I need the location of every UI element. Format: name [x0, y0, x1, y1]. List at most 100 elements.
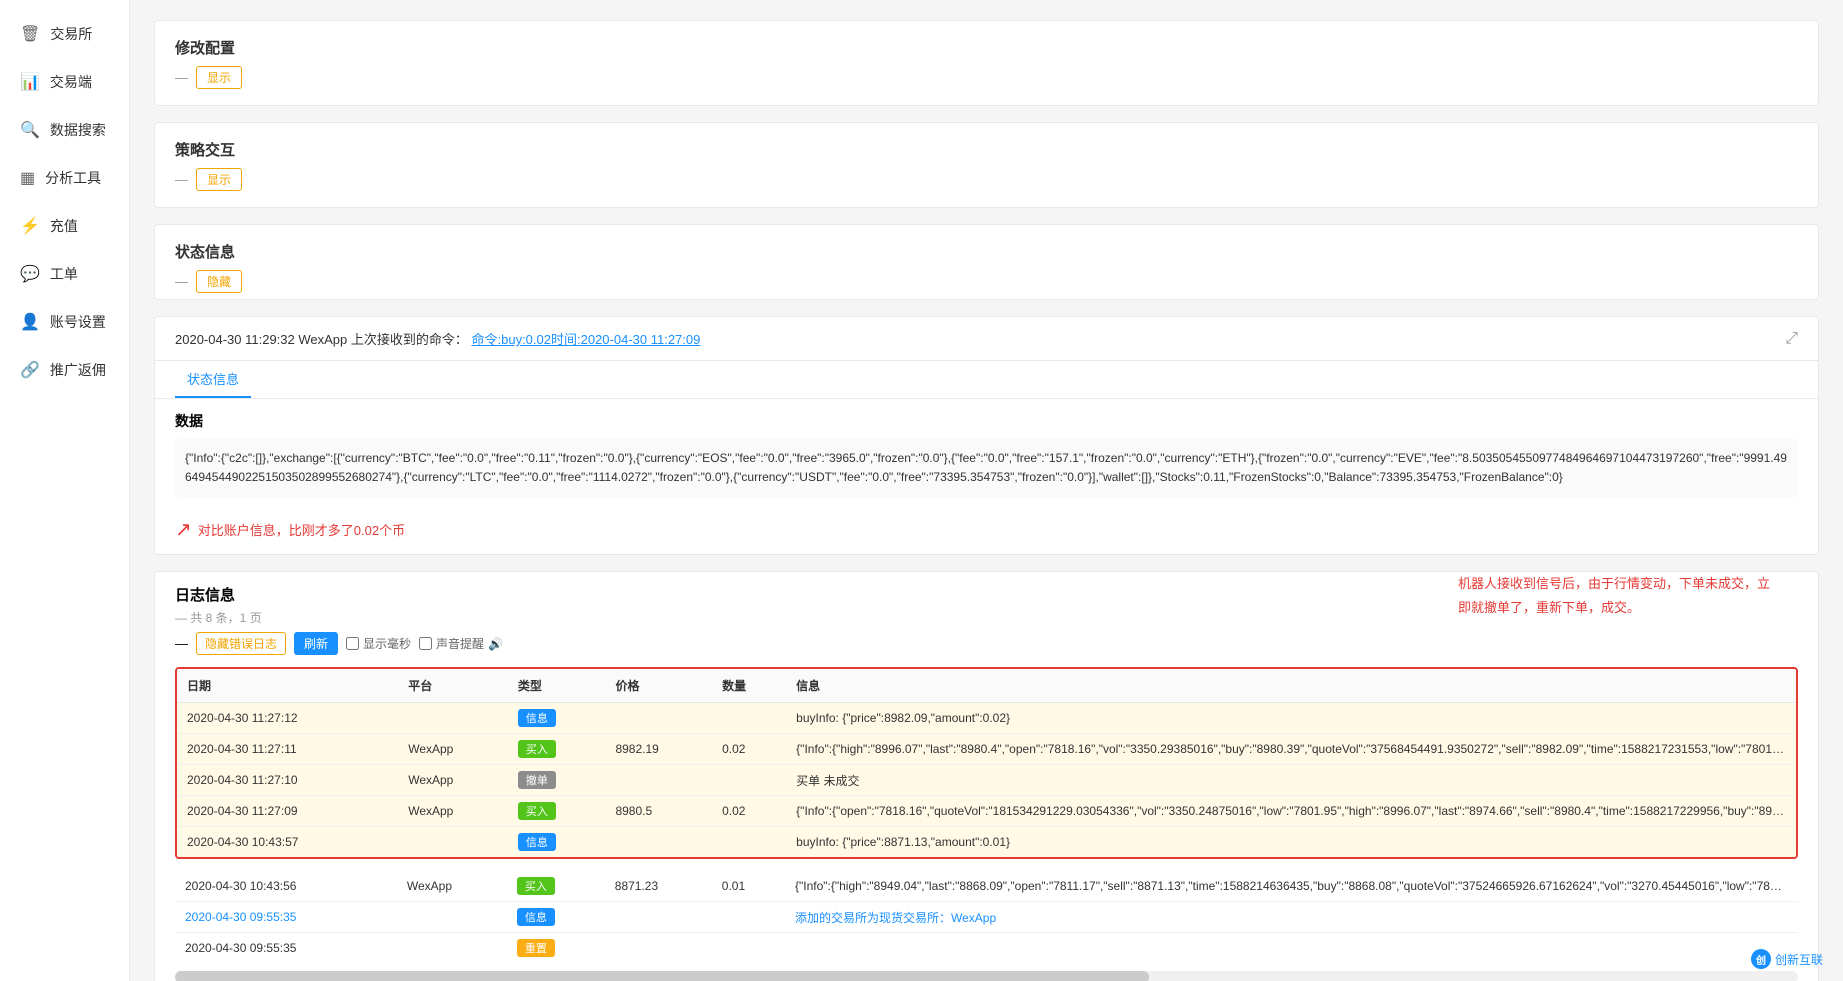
- log-controls: — 隐藏错误日志 刷新 显示毫秒 声音提醒 🔊: [175, 632, 1798, 655]
- table-row: 2020-04-30 11:27:10 WexApp 撤单 买单 未成交: [177, 765, 1796, 796]
- logo-text: 创新互联: [1775, 951, 1823, 968]
- hide-error-log-btn[interactable]: 隐藏错误日志: [196, 632, 286, 655]
- status-header-text: 2020-04-30 11:29:32 WexApp 上次接收到的命令： 命令:…: [175, 329, 700, 348]
- expand-icon[interactable]: ⤢: [1785, 330, 1798, 348]
- terminal-icon: 📊: [20, 72, 40, 92]
- status-info-title: 状态信息: [175, 241, 1798, 262]
- cell-platform: WexApp: [398, 796, 508, 827]
- sidebar-item-orders[interactable]: 💬 工单: [0, 250, 129, 298]
- sidebar-item-label: 充值: [50, 216, 78, 236]
- data-section: 数据 {"Info":{"c2c":[]},"exchange":[{"curr…: [155, 399, 1818, 509]
- cell-date: 2020-04-30 11:27:10: [177, 765, 398, 796]
- strategy-interact-row: — 显示: [175, 168, 1798, 191]
- dash-log2: —: [175, 636, 188, 651]
- cell-platform: [398, 703, 508, 734]
- strategy-interact-toggle[interactable]: 显示: [196, 168, 242, 191]
- log-count: 共 8 条，1 页: [190, 611, 261, 625]
- table-header-row: 日期 平台 类型 价格 数量 信息: [177, 669, 1796, 703]
- modify-config-toggle[interactable]: 显示: [196, 66, 242, 89]
- table-row: 2020-04-30 10:43:57 信息 buyInfo: {"price"…: [177, 827, 1796, 858]
- cell-info: 买单 未成交: [786, 765, 1796, 796]
- cell-qty: [712, 902, 785, 933]
- deposit-icon: ⚡: [20, 216, 40, 236]
- type-badge: 买入: [518, 740, 556, 758]
- cell-platform: [397, 933, 507, 964]
- data-label: 数据: [175, 411, 1798, 431]
- sidebar-item-datasearch[interactable]: 🔍 数据搜索: [0, 106, 129, 154]
- sound-tip-label: 声音提醒 🔊: [419, 635, 503, 652]
- col-platform: 平台: [398, 669, 508, 703]
- cell-price: [605, 703, 712, 734]
- type-badge: 撤单: [518, 771, 556, 789]
- col-date: 日期: [177, 669, 398, 703]
- cell-info: 添加的交易所为现货交易所：WexApp: [785, 902, 1798, 933]
- header-prefix: 2020-04-30 11:29:32 WexApp 上次接收到的命令：: [175, 332, 468, 347]
- cell-type: 撤单: [508, 765, 606, 796]
- sidebar-item-label: 交易所: [50, 24, 92, 44]
- annotation-text: 对比账户信息，比刚才多了0.02个币: [198, 520, 405, 539]
- cell-date: 2020-04-30 11:27:09: [177, 796, 398, 827]
- col-qty: 数量: [712, 669, 786, 703]
- cell-price: 8871.23: [605, 871, 712, 902]
- cell-info: {"Info":{"open":"7818.16","quoteVol":"18…: [786, 796, 1796, 827]
- cell-qty: [712, 933, 785, 964]
- sidebar-item-deposit[interactable]: ⚡ 充值: [0, 202, 129, 250]
- table-row: 2020-04-30 11:27:11 WexApp 买入 8982.19 0.…: [177, 734, 1796, 765]
- sidebar-item-label: 推广返佣: [50, 360, 106, 380]
- type-badge: 信息: [518, 833, 556, 851]
- sidebar-item-exchange[interactable]: 🗑 交易所: [0, 10, 129, 58]
- cell-qty: 0.02: [712, 796, 786, 827]
- col-type: 类型: [508, 669, 606, 703]
- cell-type: 买入: [508, 734, 606, 765]
- cell-info: buyInfo: {"price":8982.09,"amount":0.02}: [786, 703, 1796, 734]
- show-ms-text: 显示毫秒: [363, 635, 411, 652]
- footer-logo: 创 创新互联: [1751, 949, 1823, 969]
- log-table: 日期 平台 类型 价格 数量 信息 2020-04-30 11:27:12 信息…: [177, 669, 1796, 857]
- sound-tip-checkbox[interactable]: [419, 637, 432, 650]
- table-row: 2020-04-30 09:55:35 重置: [175, 933, 1798, 964]
- cell-date: 2020-04-30 09:55:35: [175, 902, 397, 933]
- sound-icon: 🔊: [488, 637, 503, 651]
- account-icon: 👤: [20, 312, 40, 332]
- scrollbar-thumb[interactable]: [175, 971, 1149, 981]
- tab-status-info[interactable]: 状态信息: [175, 361, 251, 398]
- col-price: 价格: [605, 669, 712, 703]
- dash-icon3: —: [175, 274, 188, 289]
- cell-qty: [712, 827, 786, 858]
- cell-date: 2020-04-30 09:55:35: [175, 933, 397, 964]
- modify-config-row: — 显示: [175, 66, 1798, 89]
- cell-date: 2020-04-30 10:43:56: [175, 871, 397, 902]
- scrollbar-area[interactable]: [175, 971, 1798, 981]
- cell-type: 买入: [507, 871, 605, 902]
- status-info-toggle[interactable]: 隐藏: [196, 270, 242, 293]
- sidebar-item-referral[interactable]: 🔗 推广返佣: [0, 346, 129, 394]
- search-icon: 🔍: [20, 120, 40, 140]
- sound-tip-text: 声音提醒: [436, 635, 484, 652]
- status-info-block: 2020-04-30 11:29:32 WexApp 上次接收到的命令： 命令:…: [154, 316, 1819, 555]
- cell-date: 2020-04-30 11:27:11: [177, 734, 398, 765]
- strategy-interact-section: 策略交互 — 显示: [154, 122, 1819, 208]
- show-ms-checkbox[interactable]: [346, 637, 359, 650]
- cell-type: 信息: [507, 902, 605, 933]
- sidebar-item-label: 数据搜索: [50, 120, 106, 140]
- sidebar-item-terminal[interactable]: 📊 交易端: [0, 58, 129, 106]
- type-badge: 买入: [518, 802, 556, 820]
- cell-qty: [712, 703, 786, 734]
- cell-platform: [398, 827, 508, 858]
- sidebar-item-label: 账号设置: [50, 312, 106, 332]
- refresh-btn[interactable]: 刷新: [294, 632, 338, 655]
- cell-price: 8982.19: [605, 734, 712, 765]
- sidebar-item-label: 工单: [50, 264, 78, 284]
- cell-type: 买入: [508, 796, 606, 827]
- strategy-interact-title: 策略交互: [175, 139, 1798, 160]
- dash-log: —: [175, 611, 187, 625]
- sidebar-item-analytics[interactable]: ▦ 分析工具: [0, 154, 129, 202]
- orders-icon: 💬: [20, 264, 40, 284]
- note-box: 日期 平台 类型 价格 数量 信息 2020-04-30 11:27:12 信息…: [175, 667, 1798, 859]
- sidebar-item-label: 分析工具: [45, 168, 101, 188]
- cell-date: 2020-04-30 10:43:57: [177, 827, 398, 858]
- data-content: {"Info":{"c2c":[]},"exchange":[{"currenc…: [175, 439, 1798, 497]
- log-section: 日志信息 — 共 8 条，1 页 — 隐藏错误日志 刷新 显示毫秒 声音提醒 🔊…: [154, 571, 1819, 981]
- sidebar-item-account[interactable]: 👤 账号设置: [0, 298, 129, 346]
- cell-type: 信息: [508, 703, 606, 734]
